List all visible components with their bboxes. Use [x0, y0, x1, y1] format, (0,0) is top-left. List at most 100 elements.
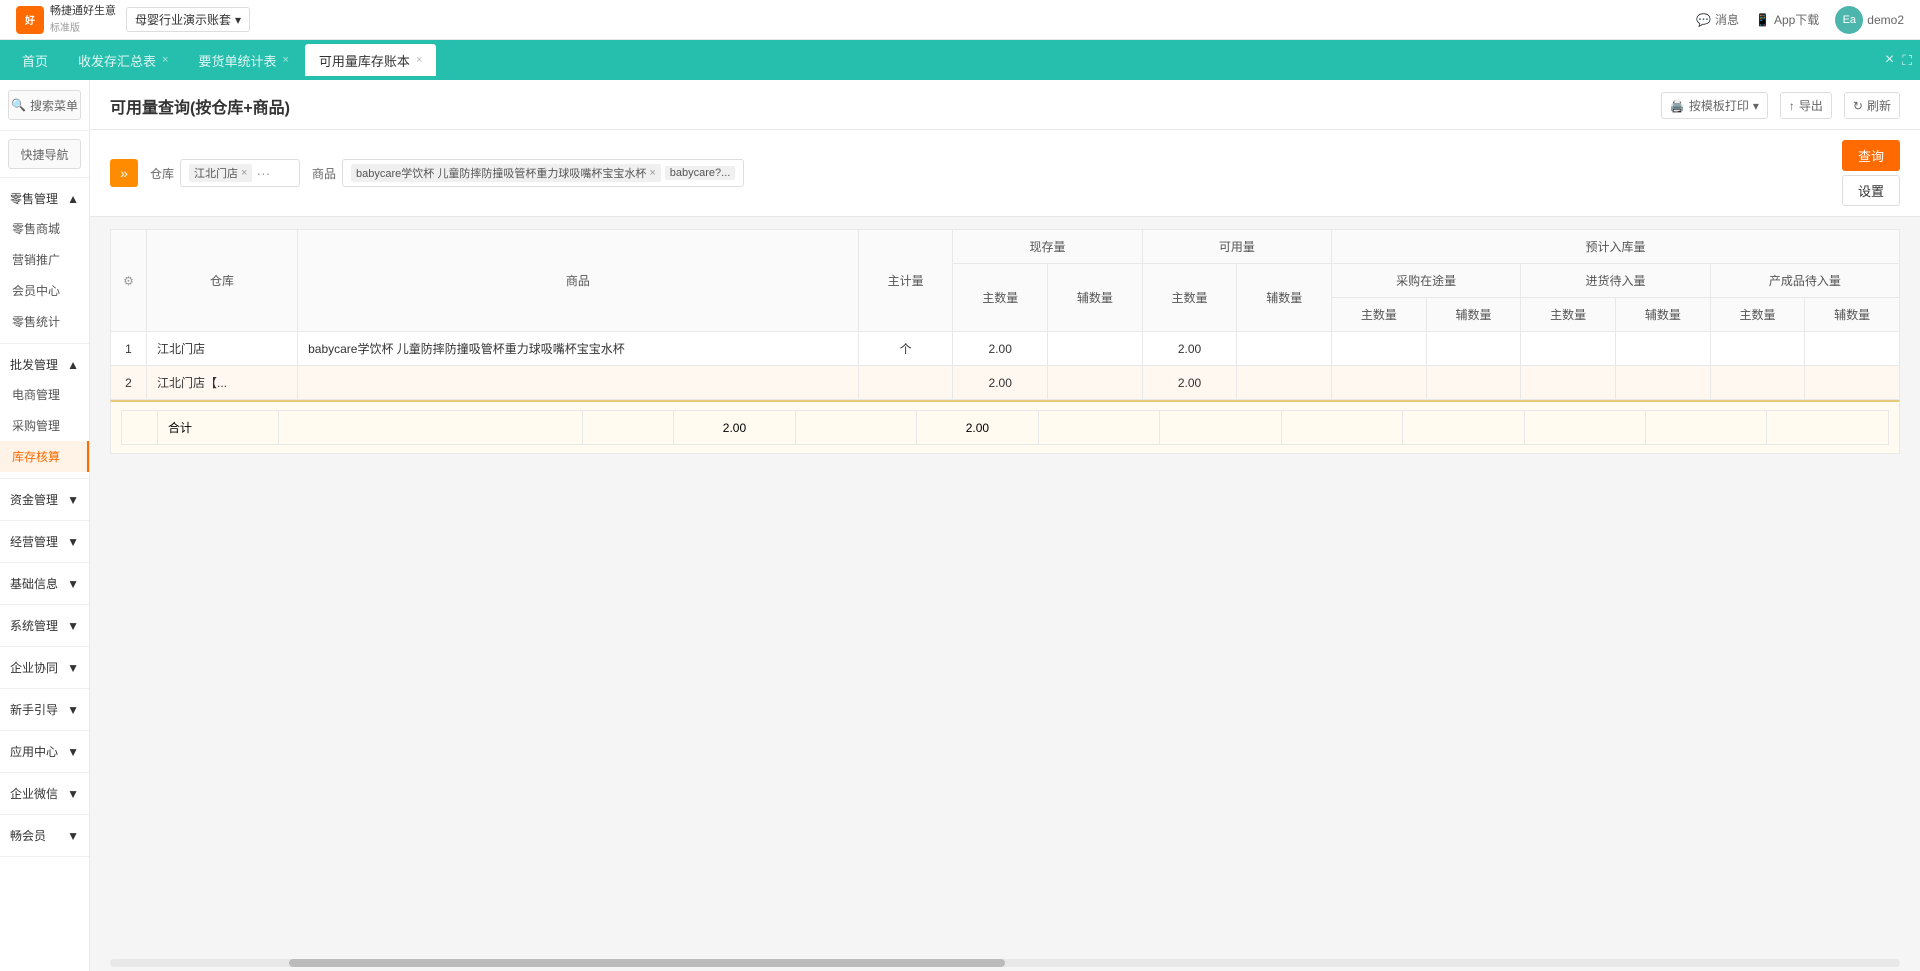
th-purchase-main: 主数量 [1332, 298, 1427, 332]
table-row: 1 江北门店 babycare学饮杯 儿童防摔防撞吸管杯重力球吸嘴杯宝宝水杯 个… [111, 332, 1900, 366]
cell-incoming-aux [1616, 332, 1711, 366]
tab-close-order[interactable]: × [282, 54, 288, 66]
product-filter: 商品 babycare学饮杯 儿童防摔防撞吸管杯重力球吸嘴杯宝宝水杯 × bab… [312, 159, 744, 187]
sidebar-header-enterprise[interactable]: 企业协同 ▼ [0, 653, 89, 682]
chevron-icon10: ▼ [67, 787, 79, 801]
cell-purchase-aux [1426, 332, 1521, 366]
message-btn[interactable]: 💬 消息 [1696, 11, 1739, 28]
cell-production-main [1710, 332, 1805, 366]
print-btn[interactable]: 🖨️ 按模板打印 ▾ [1661, 92, 1768, 119]
search-menu-btn[interactable]: 🔍 搜索菜单 [8, 90, 81, 120]
th-incoming-group: 进货待入量 [1521, 264, 1710, 298]
sidebar-header-vip[interactable]: 畅会员 ▼ [0, 821, 89, 850]
product-tag-1-remove[interactable]: × [649, 167, 655, 179]
sidebar-item-member[interactable]: 会员中心 [0, 275, 89, 306]
cell-incoming-main [1521, 366, 1616, 400]
chevron-icon3: ▼ [67, 493, 79, 507]
th-available-aux: 辅数量 [1237, 264, 1332, 332]
settings-btn[interactable]: 设置 [1842, 175, 1900, 206]
tab-order[interactable]: 要货单统计表 × [184, 44, 302, 76]
filter-expand-btn[interactable]: » [110, 159, 138, 187]
sidebar-item-purchase[interactable]: 采购管理 [0, 410, 89, 441]
nav-tabs: 首页 收发存汇总表 × 要货单统计表 × 可用量库存账本 × × ⛶ [0, 40, 1920, 80]
cell-available-main: 2.00 [1142, 332, 1237, 366]
nav-close-btn[interactable]: × [1885, 51, 1894, 69]
th-product: 商品 [298, 230, 859, 332]
table-area: ⚙ 仓库 商品 主计量 现存量 可用量 预计入库量 主数量 辅数量 主数量 辅数… [90, 217, 1920, 955]
cell-purchase-main [1332, 366, 1427, 400]
horizontal-scrollbar[interactable] [110, 959, 1900, 967]
table-row: 2 江北门店【... 2.00 2.00 [111, 366, 1900, 400]
export-btn[interactable]: ↑ 导出 [1780, 92, 1832, 119]
user-menu[interactable]: Ea demo2 [1835, 6, 1904, 34]
sidebar-header-retail[interactable]: 零售管理 ▲ [0, 184, 89, 213]
chevron-icon7: ▼ [67, 661, 79, 675]
cell-available-aux [1237, 366, 1332, 400]
chevron-icon: ▲ [67, 192, 79, 206]
sidebar-item-retail-mall[interactable]: 零售商城 [0, 213, 89, 244]
sidebar-header-newbie[interactable]: 新手引导 ▼ [0, 695, 89, 724]
footer-available-main: 2.00 [917, 411, 1038, 445]
warehouse-tag-remove[interactable]: × [241, 167, 247, 179]
refresh-btn[interactable]: ↻ 刷新 [1844, 92, 1900, 119]
sidebar: 🔍 搜索菜单 快捷导航 零售管理 ▲ 零售商城 营销推广 会员中心 [0, 80, 90, 971]
sidebar-header-wholesale[interactable]: 批发管理 ▲ [0, 350, 89, 379]
quick-nav-btn[interactable]: 快捷导航 [8, 139, 81, 169]
th-production-group: 产成品待入量 [1710, 264, 1899, 298]
chevron-icon9: ▼ [67, 745, 79, 759]
table-settings-icon[interactable]: ⚙ [123, 274, 134, 288]
top-bar: 好 畅捷通好生意 标准版 母婴行业演示账套 ▾ 💬 消息 📱 App下载 Ea … [0, 0, 1920, 40]
cell-unit [858, 366, 953, 400]
logo-text: 畅捷通好生意 [50, 5, 116, 18]
chevron-down-icon2: ▾ [1753, 99, 1759, 113]
sidebar-item-inventory[interactable]: 库存核算 [0, 441, 89, 472]
tab-available[interactable]: 可用量库存账本 × [305, 44, 436, 76]
sidebar-header-basic[interactable]: 基础信息 ▼ [0, 569, 89, 598]
sidebar-item-retail-stats[interactable]: 零售统计 [0, 306, 89, 337]
tab-receive[interactable]: 收发存汇总表 × [64, 44, 182, 76]
app-download-btn[interactable]: 📱 App下载 [1755, 11, 1819, 28]
filter-bar: » 仓库 江北门店 × ··· 商品 babycare学饮杯 儿童防 [90, 130, 1920, 217]
sidebar-header-operations[interactable]: 经营管理 ▼ [0, 527, 89, 556]
cell-product [298, 366, 859, 400]
download-icon: 📱 [1755, 13, 1770, 27]
cell-stock-aux [1048, 332, 1143, 366]
cell-production-aux [1805, 366, 1900, 400]
th-purchase-group: 采购在途量 [1332, 264, 1521, 298]
th-unit: 主计量 [858, 230, 953, 332]
th-purchase-aux: 辅数量 [1426, 298, 1521, 332]
chevron-icon2: ▲ [67, 358, 79, 372]
th-incoming-main: 主数量 [1521, 298, 1616, 332]
cell-no: 2 [111, 366, 147, 400]
product-input[interactable]: babycare学饮杯 儿童防摔防撞吸管杯重力球吸嘴杯宝宝水杯 × babyca… [342, 159, 744, 187]
warehouse-tag: 江北门店 × [189, 164, 252, 182]
industry-selector[interactable]: 母婴行业演示账套 ▾ [126, 7, 250, 32]
sidebar-header-wechat[interactable]: 企业微信 ▼ [0, 779, 89, 808]
cell-incoming-aux [1616, 366, 1711, 400]
tab-home[interactable]: 首页 [8, 44, 62, 76]
logo-area: 好 畅捷通好生意 标准版 [16, 5, 116, 33]
chevron-icon11: ▼ [67, 829, 79, 843]
scrollbar-thumb[interactable] [289, 959, 1005, 967]
cell-warehouse: 江北门店 [147, 332, 298, 366]
tab-close-available[interactable]: × [416, 54, 422, 66]
print-icon: 🖨️ [1670, 99, 1685, 113]
page-header: 可用量查询(按仓库+商品) 🖨️ 按模板打印 ▾ ↑ 导出 ↻ 刷新 [90, 80, 1920, 130]
sidebar-item-retail-promo[interactable]: 营销推广 [0, 244, 89, 275]
main-layout: 🔍 搜索菜单 快捷导航 零售管理 ▲ 零售商城 营销推广 会员中心 [0, 80, 1920, 971]
th-incoming-aux: 辅数量 [1616, 298, 1711, 332]
warehouse-more-btn[interactable]: ··· [256, 165, 270, 181]
avatar: Ea [1835, 6, 1863, 34]
query-btn[interactable]: 查询 [1842, 140, 1900, 171]
sidebar-item-ecommerce[interactable]: 电商管理 [0, 379, 89, 410]
export-icon: ↑ [1789, 99, 1795, 113]
product-tag-1: babycare学饮杯 儿童防摔防撞吸管杯重力球吸嘴杯宝宝水杯 × [351, 164, 661, 182]
tab-close-receive[interactable]: × [162, 54, 168, 66]
sidebar-header-appcenter[interactable]: 应用中心 ▼ [0, 737, 89, 766]
nav-expand-btn[interactable]: ⛶ [1902, 52, 1912, 69]
th-stock-group: 现存量 [953, 230, 1142, 264]
warehouse-input[interactable]: 江北门店 × ··· [180, 159, 300, 187]
scrollbar-area [90, 955, 1920, 971]
sidebar-header-finance[interactable]: 资金管理 ▼ [0, 485, 89, 514]
sidebar-header-system[interactable]: 系统管理 ▼ [0, 611, 89, 640]
